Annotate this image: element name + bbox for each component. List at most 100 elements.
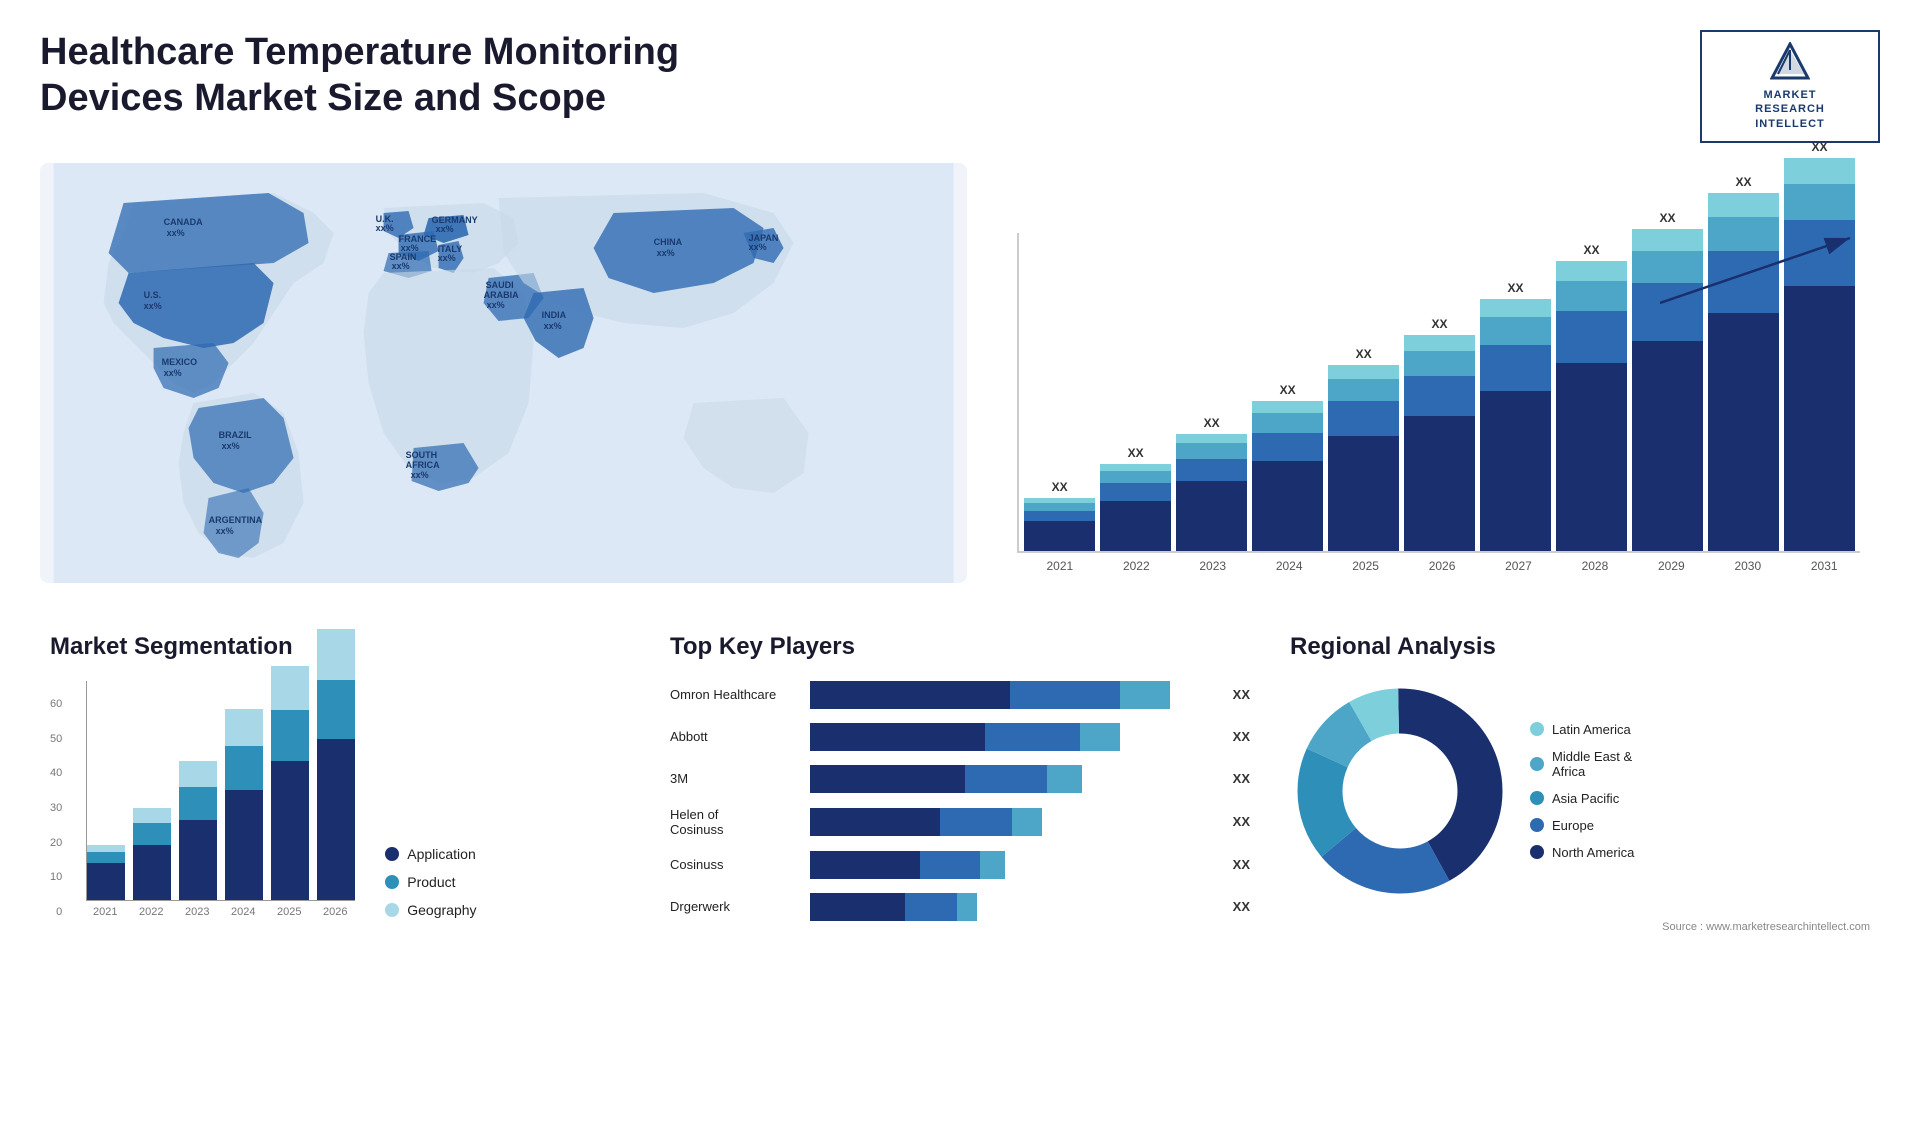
player-3m-val: XX (1233, 771, 1250, 786)
page-title: Healthcare Temperature Monitoring Device… (40, 30, 790, 121)
seg-x-labels: 2021 2022 2023 2024 2025 2026 (86, 906, 355, 918)
player-3m-name: 3M (670, 771, 800, 786)
svg-text:xx%: xx% (222, 441, 240, 451)
segmentation-legend: Application Product Geography (385, 846, 476, 918)
bottom-section: Market Segmentation 60 50 40 30 20 10 0 (40, 623, 1880, 945)
player-drgerwerk-name: Drgerwerk (670, 899, 800, 914)
legend-mea-dot (1530, 757, 1544, 771)
bar-2030: XX (1708, 175, 1779, 551)
seg-bar-2024 (225, 709, 263, 900)
svg-text:xx%: xx% (544, 321, 562, 331)
bar-2023: XX (1176, 416, 1247, 551)
seg-bar-2025 (271, 666, 309, 900)
svg-text:U.S.: U.S. (144, 290, 162, 300)
svg-text:xx%: xx% (487, 300, 505, 310)
segmentation-section: Market Segmentation 60 50 40 30 20 10 0 (40, 623, 640, 945)
player-drgerwerk-val: XX (1233, 899, 1250, 914)
legend-application-dot (385, 847, 399, 861)
player-omron-bar (810, 681, 1215, 709)
bar-2025: XX (1328, 347, 1399, 551)
logo: MARKETRESEARCHINTELLECT (1700, 30, 1880, 143)
donut-area: Latin America Middle East &Africa Asia P… (1290, 681, 1870, 901)
legend-geography-label: Geography (407, 902, 476, 918)
bar-2021: XX (1024, 480, 1095, 551)
player-drgerwerk-bar (810, 893, 1215, 921)
legend-latin-america: Latin America (1530, 722, 1634, 737)
bar-2022: XX (1100, 446, 1171, 551)
regional-section: Regional Analysis Lat (1280, 623, 1880, 945)
svg-text:xx%: xx% (216, 526, 234, 536)
legend-geography: Geography (385, 902, 476, 918)
players-section: Top Key Players Omron Healthcare XX Abbo… (660, 623, 1260, 945)
svg-text:xx%: xx% (436, 224, 454, 234)
legend-na-dot (1530, 845, 1544, 859)
svg-text:xx%: xx% (392, 261, 410, 271)
bar-chart: XX XX (997, 163, 1880, 583)
top-section: CANADA xx% U.S. xx% MEXICO xx% BRAZIL xx… (40, 163, 1880, 583)
player-abbott-name: Abbott (670, 729, 800, 744)
source-text: Source : www.marketresearchintellect.com (1290, 921, 1870, 933)
legend-europe: Europe (1530, 818, 1634, 833)
legend-europe-dot (1530, 818, 1544, 832)
player-helen-name: Helen ofCosinuss (670, 807, 800, 837)
seg-bar-2026 (317, 629, 355, 900)
svg-text:CANADA: CANADA (164, 217, 203, 227)
player-cosinuss: Cosinuss XX (670, 851, 1250, 879)
svg-text:BRAZIL: BRAZIL (219, 430, 252, 440)
svg-text:xx%: xx% (164, 368, 182, 378)
svg-text:xx%: xx% (657, 248, 675, 258)
regional-title: Regional Analysis (1290, 633, 1870, 661)
bar-2031: XX (1784, 140, 1855, 551)
player-omron-name: Omron Healthcare (670, 687, 800, 702)
svg-text:AFRICA: AFRICA (406, 460, 440, 470)
legend-na-label: North America (1552, 845, 1634, 860)
svg-text:SOUTH: SOUTH (406, 450, 438, 460)
player-omron: Omron Healthcare XX (670, 681, 1250, 709)
svg-text:INDIA: INDIA (542, 310, 567, 320)
svg-text:SAUDI: SAUDI (486, 280, 514, 290)
svg-text:xx%: xx% (411, 470, 429, 480)
player-3m: 3M XX (670, 765, 1250, 793)
seg-bar-2023 (179, 761, 217, 900)
donut-chart (1290, 681, 1510, 901)
seg-bar-2022 (133, 808, 171, 900)
player-cosinuss-name: Cosinuss (670, 857, 800, 872)
bar-2028: XX (1556, 243, 1627, 551)
svg-text:MEXICO: MEXICO (162, 357, 198, 367)
legend-asia-dot (1530, 791, 1544, 805)
player-helen-val: XX (1233, 814, 1250, 829)
svg-text:ARABIA: ARABIA (484, 290, 519, 300)
player-abbott-val: XX (1233, 729, 1250, 744)
svg-text:xx%: xx% (376, 223, 394, 233)
player-cosinuss-bar (810, 851, 1215, 879)
player-omron-val: XX (1233, 687, 1250, 702)
svg-text:xx%: xx% (144, 301, 162, 311)
seg-bar-2021 (87, 845, 125, 900)
player-abbott-bar (810, 723, 1215, 751)
legend-asia-pacific: Asia Pacific (1530, 791, 1634, 806)
page-header: Healthcare Temperature Monitoring Device… (40, 30, 1880, 143)
player-3m-bar (810, 765, 1215, 793)
svg-text:xx%: xx% (438, 253, 456, 263)
legend-geography-dot (385, 903, 399, 917)
player-drgerwerk: Drgerwerk XX (670, 893, 1250, 921)
bar-2027: XX (1480, 281, 1551, 551)
regional-legend: Latin America Middle East &Africa Asia P… (1530, 722, 1634, 860)
legend-application: Application (385, 846, 476, 862)
world-map: CANADA xx% U.S. xx% MEXICO xx% BRAZIL xx… (40, 163, 967, 583)
legend-mea: Middle East &Africa (1530, 749, 1634, 779)
map-svg: CANADA xx% U.S. xx% MEXICO xx% BRAZIL xx… (40, 163, 967, 583)
bar-2024: XX (1252, 383, 1323, 551)
legend-application-label: Application (407, 846, 476, 862)
legend-product-label: Product (407, 874, 455, 890)
logo-text: MARKETRESEARCHINTELLECT (1755, 88, 1825, 131)
legend-europe-label: Europe (1552, 818, 1594, 833)
legend-product-dot (385, 875, 399, 889)
logo-icon (1770, 42, 1810, 82)
player-helen-bar (810, 808, 1215, 836)
player-cosinuss-val: XX (1233, 857, 1250, 872)
svg-text:xx%: xx% (167, 228, 185, 238)
player-abbott: Abbott XX (670, 723, 1250, 751)
player-helen: Helen ofCosinuss XX (670, 807, 1250, 837)
bar-2026: XX (1404, 317, 1475, 551)
